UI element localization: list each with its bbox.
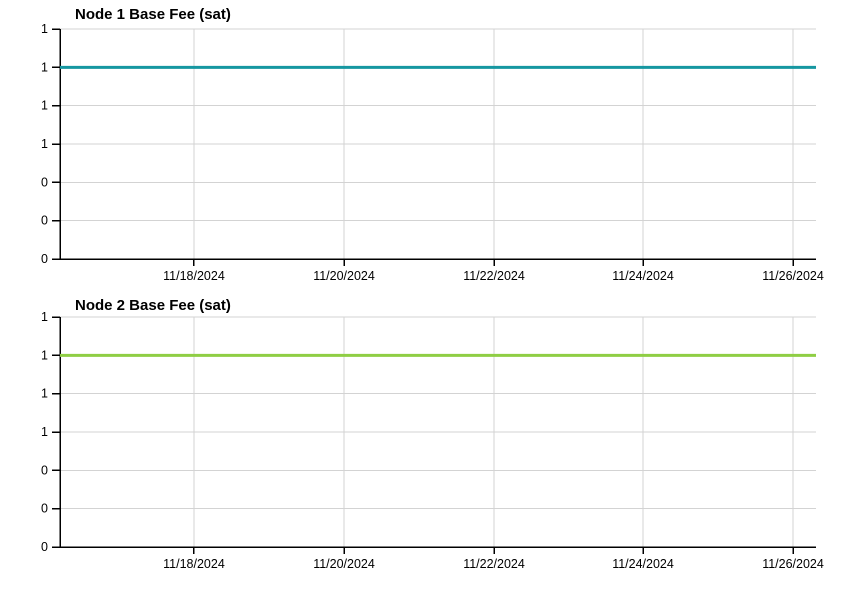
y-tick-label: 1 [41, 310, 48, 324]
x-tick-label: 11/20/2024 [313, 269, 375, 283]
y-tick-label: 1 [41, 22, 48, 36]
x-tick-label: 11/24/2024 [612, 269, 674, 283]
y-tick-label: 0 [41, 502, 48, 516]
y-tick-label: 0 [41, 463, 48, 477]
y-tick-label: 1 [41, 137, 48, 151]
y-tick-label: 0 [41, 175, 48, 189]
y-tick-label: 1 [41, 99, 48, 113]
y-tick-label: 0 [41, 540, 48, 554]
x-tick-label: 11/18/2024 [163, 269, 225, 283]
node2-base-fee-plot: 11/18/2024 11/20/2024 11/22/2024 11/24/2024… [0, 288, 860, 588]
y-tick-label: 0 [41, 252, 48, 266]
node1-base-fee-plot: 11/18/2024 11/20/2024 11/22/2024 11/24/2024… [0, 0, 860, 300]
x-tick-label: 11/24/2024 [612, 557, 674, 571]
x-tick-label: 11/26/2024 [762, 557, 824, 571]
x-tick-label: 11/22/2024 [463, 269, 525, 283]
chart-node1-base-fee: Node 1 Base Fee (sat) 11/18/202411/20/20… [0, 0, 860, 300]
y-tick-label: 1 [41, 348, 48, 362]
y-tick-label: 1 [41, 60, 48, 74]
chart-node2-base-fee: Node 2 Base Fee (sat) 11/18/202411/20/20… [0, 288, 860, 588]
x-tick-label: 11/22/2024 [463, 557, 525, 571]
y-tick-label: 1 [41, 387, 48, 401]
y-tick-label: 1 [41, 425, 48, 439]
x-tick-label: 11/26/2024 [762, 269, 824, 283]
x-tick-label: 11/18/2024 [163, 557, 225, 571]
y-tick-label: 0 [41, 214, 48, 228]
x-tick-label: 11/20/2024 [313, 557, 375, 571]
